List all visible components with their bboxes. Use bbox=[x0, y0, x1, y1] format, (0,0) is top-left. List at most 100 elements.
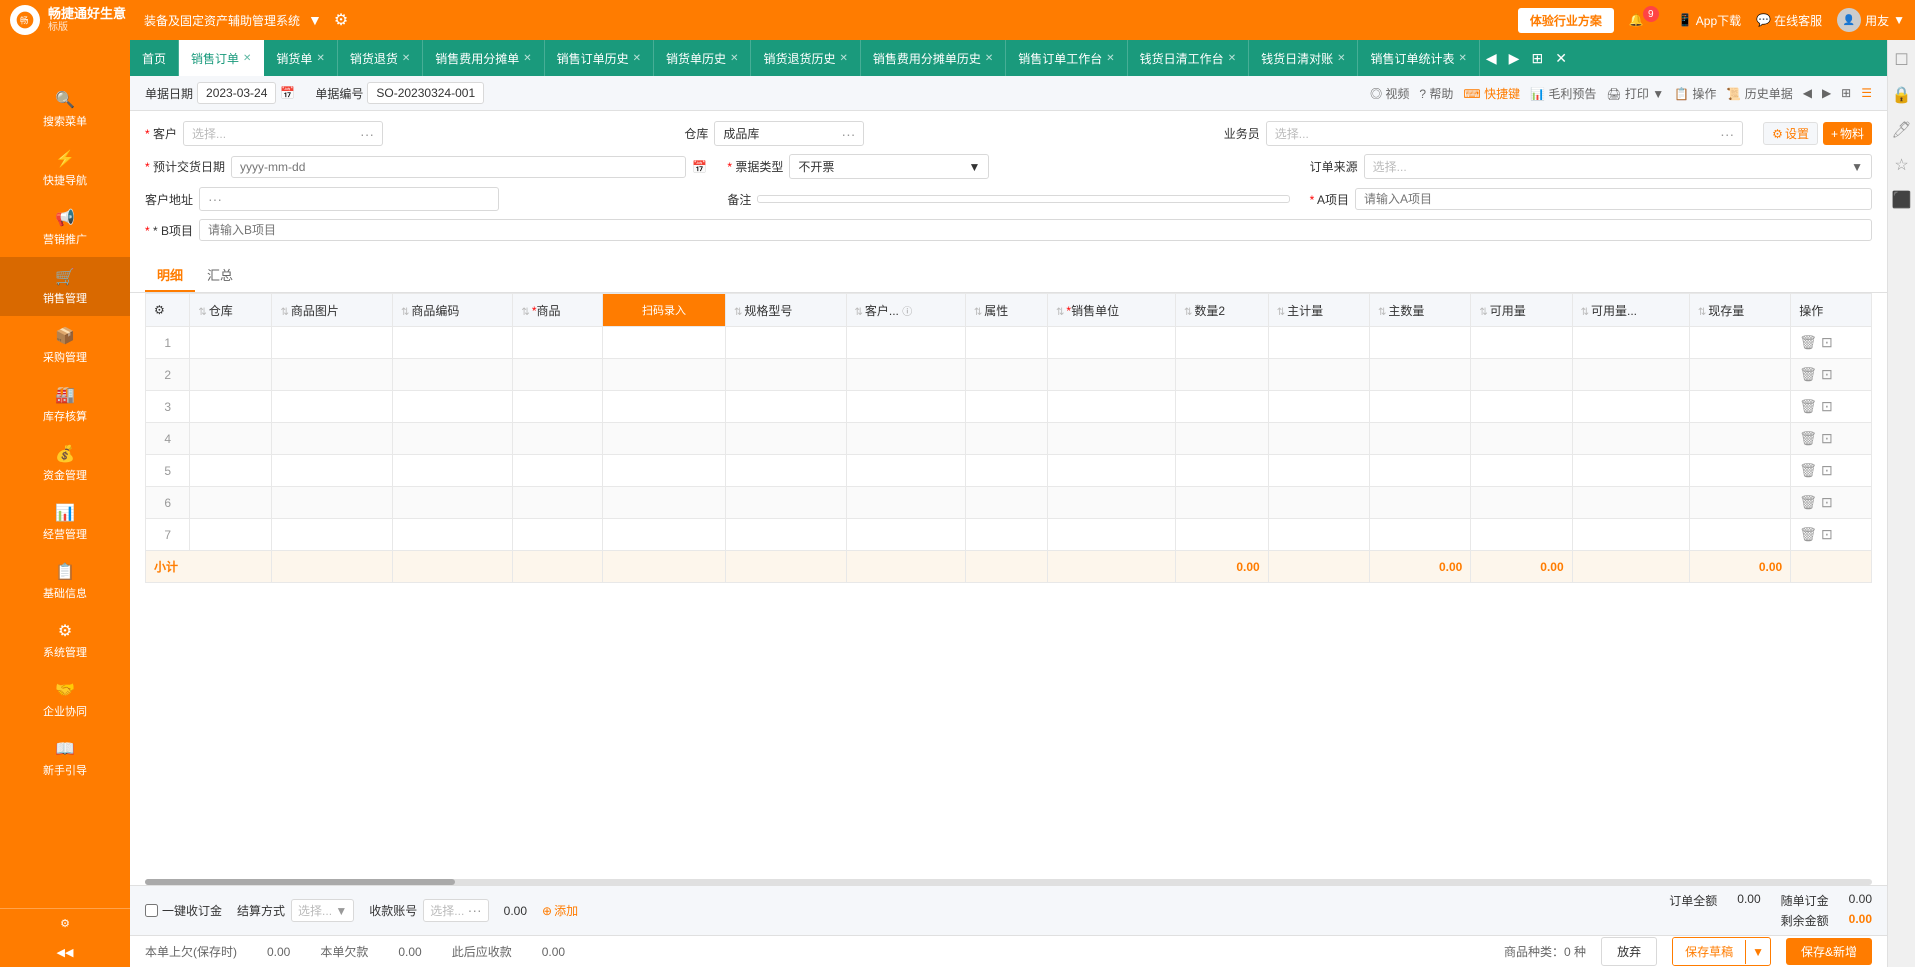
cell-r1-c8[interactable] bbox=[1048, 327, 1176, 359]
cell-r2-c13[interactable] bbox=[1572, 359, 1689, 391]
th-scan[interactable]: 扫码录入 bbox=[603, 294, 726, 327]
action-print[interactable]: 🖨 打印 ▼ bbox=[1606, 85, 1664, 102]
cell-r1-c11[interactable] bbox=[1370, 327, 1471, 359]
system-dropdown-icon[interactable]: ▼ bbox=[308, 12, 322, 28]
cell-r3-c5[interactable] bbox=[726, 391, 846, 423]
tab-sales-order[interactable]: 销售订单 ✕ bbox=[179, 40, 264, 76]
invoice-type-select[interactable]: 不开票 ▼ bbox=[789, 154, 989, 179]
notification-btn[interactable]: 🔔 9 bbox=[1629, 12, 1663, 28]
sidebar-collapse-btn[interactable]: ◀◀ bbox=[0, 938, 130, 967]
right-icon-1[interactable]: ☐ bbox=[1894, 50, 1908, 70]
copy-icon-4[interactable]: ⊡ bbox=[1821, 430, 1833, 447]
b-project-input[interactable] bbox=[199, 219, 1872, 241]
cell-r2-c8[interactable] bbox=[1048, 359, 1176, 391]
tab-close-sales-expense[interactable]: ✕ bbox=[523, 53, 531, 64]
sidebar-item-inventory[interactable]: 🏭 库存核算 bbox=[0, 375, 130, 434]
cell-r6-c9[interactable] bbox=[1175, 487, 1268, 519]
cell-r1-c6[interactable] bbox=[846, 327, 965, 359]
tab-home[interactable]: 首页 bbox=[130, 40, 179, 76]
delete-icon-5[interactable]: 🗑 bbox=[1799, 462, 1817, 479]
cell-r7-c1[interactable] bbox=[272, 519, 392, 551]
delivery-date-calendar-icon[interactable]: 📅 bbox=[692, 160, 707, 174]
right-icon-3[interactable]: 🖊 bbox=[1891, 120, 1911, 140]
delete-icon-6[interactable]: 🗑 bbox=[1799, 494, 1817, 511]
cell-r3-c12[interactable] bbox=[1471, 391, 1572, 423]
setting-button[interactable]: ⚙ 设置 bbox=[1763, 122, 1818, 145]
tabs-close-all-icon[interactable]: ✕ bbox=[1549, 50, 1573, 67]
delete-icon-7[interactable]: 🗑 bbox=[1799, 526, 1817, 543]
staff-dots[interactable]: ··· bbox=[1720, 126, 1734, 142]
account-select[interactable]: 选择... ··· bbox=[423, 899, 488, 922]
cell-r3-c7[interactable] bbox=[965, 391, 1047, 423]
cell-r2-c1[interactable] bbox=[272, 359, 392, 391]
cell-r6-c11[interactable] bbox=[1370, 487, 1471, 519]
cell-r2-c7[interactable] bbox=[965, 359, 1047, 391]
cell-r3-c11[interactable] bbox=[1370, 391, 1471, 423]
cell-r5-c8[interactable] bbox=[1048, 455, 1176, 487]
sidebar-item-purchase[interactable]: 📦 采购管理 bbox=[0, 316, 130, 375]
cell-r3-c10[interactable] bbox=[1268, 391, 1369, 423]
delivery-date-input[interactable] bbox=[231, 156, 686, 178]
cell-r2-c12[interactable] bbox=[1471, 359, 1572, 391]
tab-close-sales-stats[interactable]: ✕ bbox=[1459, 53, 1467, 64]
cell-r4-c13[interactable] bbox=[1572, 423, 1689, 455]
cell-r6-c2[interactable] bbox=[392, 487, 512, 519]
sidebar-item-system[interactable]: ⚙ 系统管理 bbox=[0, 611, 130, 670]
cell-r7-c11[interactable] bbox=[1370, 519, 1471, 551]
cell-r4-c4[interactable] bbox=[603, 423, 726, 455]
sidebar-item-search[interactable]: 🔍 搜索菜单 bbox=[0, 80, 130, 139]
tab-sales-invoice-history[interactable]: 销货单历史 ✕ bbox=[654, 40, 751, 76]
header-list-icon[interactable]: ☰ bbox=[1861, 86, 1872, 100]
a-project-input[interactable] bbox=[1355, 188, 1872, 210]
cell-r2-c9[interactable] bbox=[1175, 359, 1268, 391]
action-operate[interactable]: 📋 操作 bbox=[1674, 85, 1716, 102]
cell-r3-c6[interactable] bbox=[846, 391, 965, 423]
customer-address-dots[interactable]: ··· bbox=[208, 191, 222, 207]
tab-money-workbench[interactable]: 钱货日清工作台 ✕ bbox=[1128, 40, 1249, 76]
sidebar-settings-btn[interactable]: ⚙ bbox=[0, 909, 130, 938]
cell-r4-c10[interactable] bbox=[1268, 423, 1369, 455]
cell-r5-c3[interactable] bbox=[513, 455, 603, 487]
tab-close-sales-expense-history[interactable]: ✕ bbox=[985, 53, 993, 64]
action-shortcut[interactable]: ⌨ 快捷键 bbox=[1463, 85, 1520, 102]
calendar-icon[interactable]: 📅 bbox=[280, 86, 295, 100]
delete-icon-4[interactable]: 🗑 bbox=[1799, 430, 1817, 447]
cell-r2-c4[interactable] bbox=[603, 359, 726, 391]
settings-icon[interactable]: ⚙ bbox=[334, 10, 348, 30]
cell-r7-c5[interactable] bbox=[726, 519, 846, 551]
cell-r4-c12[interactable] bbox=[1471, 423, 1572, 455]
cell-r6-c5[interactable] bbox=[726, 487, 846, 519]
cell-r7-c9[interactable] bbox=[1175, 519, 1268, 551]
cell-r5-c6[interactable] bbox=[846, 455, 965, 487]
cell-r7-c7[interactable] bbox=[965, 519, 1047, 551]
customer-address-input[interactable]: ··· bbox=[199, 187, 499, 211]
tab-close-sales-workbench[interactable]: ✕ bbox=[1106, 53, 1114, 64]
header-grid-icon[interactable]: ⊞ bbox=[1841, 86, 1851, 100]
cell-r5-c7[interactable] bbox=[965, 455, 1047, 487]
app-download-btn[interactable]: 📱 App下载 bbox=[1678, 12, 1741, 29]
cell-r7-c6[interactable] bbox=[846, 519, 965, 551]
cell-r4-c11[interactable] bbox=[1370, 423, 1471, 455]
cell-r3-c3[interactable] bbox=[513, 391, 603, 423]
cell-r4-c2[interactable] bbox=[392, 423, 512, 455]
cell-r5-c4[interactable] bbox=[603, 455, 726, 487]
tab-summary[interactable]: 汇总 bbox=[195, 259, 245, 292]
cell-r5-c9[interactable] bbox=[1175, 455, 1268, 487]
staff-input[interactable]: 选择... ··· bbox=[1266, 121, 1743, 146]
cell-r6-c13[interactable] bbox=[1572, 487, 1689, 519]
cell-r2-c5[interactable] bbox=[726, 359, 846, 391]
cell-r7-c3[interactable] bbox=[513, 519, 603, 551]
cell-r1-c4[interactable] bbox=[603, 327, 726, 359]
tab-detail[interactable]: 明细 bbox=[145, 259, 195, 292]
cell-r2-c6[interactable] bbox=[846, 359, 965, 391]
tab-sales-stats[interactable]: 销售订单统计表 ✕ bbox=[1358, 40, 1479, 76]
cell-r6-c6[interactable] bbox=[846, 487, 965, 519]
tab-sales-invoice[interactable]: 销货单 ✕ bbox=[264, 40, 337, 76]
cell-r7-c4[interactable] bbox=[603, 519, 726, 551]
cell-r3-c8[interactable] bbox=[1048, 391, 1176, 423]
warehouse-dots[interactable]: ··· bbox=[841, 126, 855, 142]
cell-r4-c3[interactable] bbox=[513, 423, 603, 455]
tab-sales-expense[interactable]: 销售费用分摊单 ✕ bbox=[423, 40, 544, 76]
add-payment-btn[interactable]: ⊕ 添加 bbox=[542, 902, 578, 919]
copy-icon-6[interactable]: ⊡ bbox=[1821, 494, 1833, 511]
